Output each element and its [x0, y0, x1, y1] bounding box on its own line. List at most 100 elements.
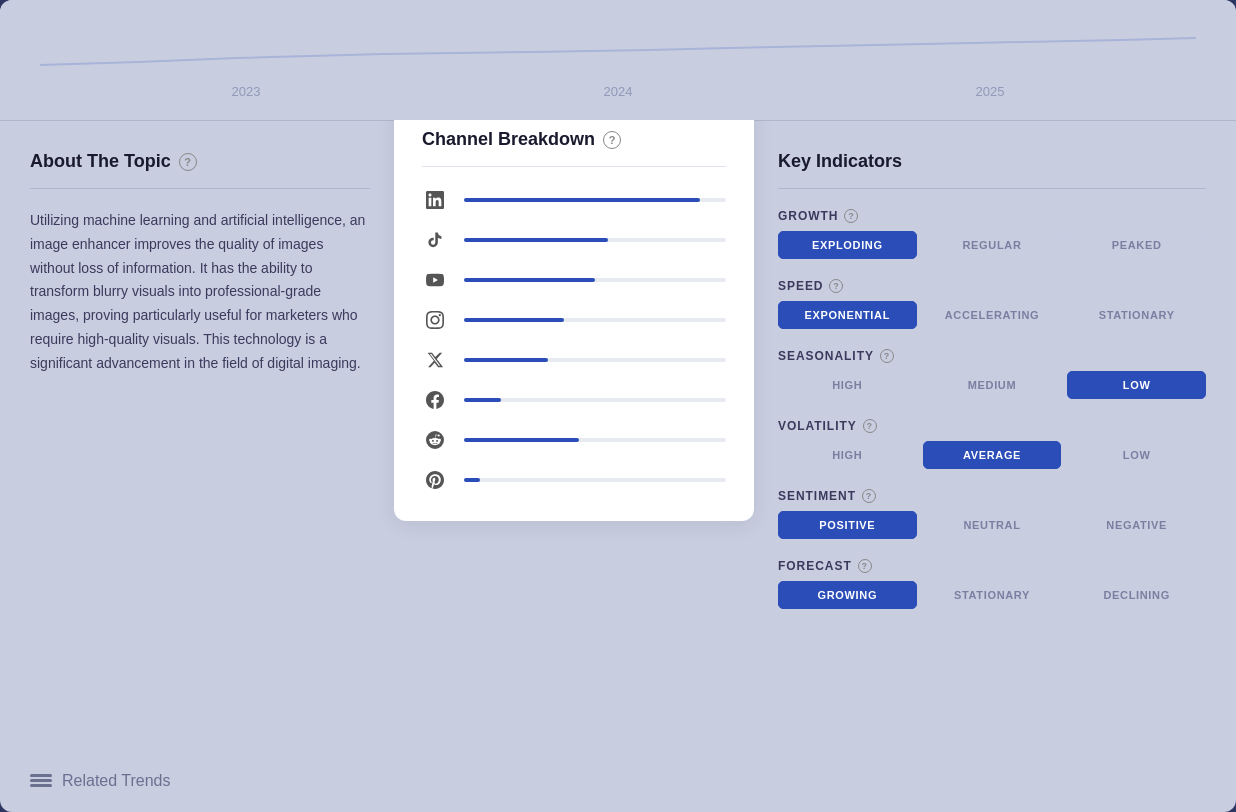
chart-label-2025: 2025: [976, 84, 1005, 99]
indicator-btn-peaked[interactable]: PEAKED: [1067, 231, 1206, 259]
channel-bar-container: [464, 278, 726, 282]
indicator-label-text: FORECAST: [778, 559, 852, 573]
indicator-btn-positive[interactable]: POSITIVE: [778, 511, 917, 539]
indicator-label-speed: SPEED ?: [778, 279, 1206, 293]
channel-row: [422, 187, 726, 213]
indicator-group-growth: GROWTH ? EXPLODINGREGULARPEAKED: [778, 209, 1206, 259]
indicators-divider: [778, 188, 1206, 189]
indicator-btn-exploding[interactable]: EXPLODING: [778, 231, 917, 259]
indicators-panel: Key Indicators GROWTH ?EXPLODINGREGULARP…: [778, 141, 1206, 639]
channel-bar: [464, 478, 480, 482]
chart-label-2023: 2023: [232, 84, 261, 99]
channel-help-icon[interactable]: ?: [603, 131, 621, 149]
indicator-label-text: SEASONALITY: [778, 349, 874, 363]
about-title: About The Topic ?: [30, 151, 370, 172]
channel-bar-container: [464, 198, 726, 202]
channel-row: [422, 347, 726, 373]
chart-area: 2023 2024 2025: [0, 0, 1236, 120]
about-divider: [30, 188, 370, 189]
indicator-group-speed: SPEED ? EXPONENTIALACCELERATINGSTATIONARY: [778, 279, 1206, 329]
indicator-group-forecast: FORECAST ? GROWINGSTATIONARYDECLINING: [778, 559, 1206, 609]
indicator-label-sentiment: SENTIMENT ?: [778, 489, 1206, 503]
channel-row: [422, 307, 726, 333]
channel-bar-container: [464, 478, 726, 482]
about-help-icon[interactable]: ?: [179, 153, 197, 171]
indicator-help-icon[interactable]: ?: [863, 419, 877, 433]
indicator-buttons: EXPLODINGREGULARPEAKED: [778, 231, 1206, 259]
indicator-btn-negative[interactable]: NEGATIVE: [1067, 511, 1206, 539]
pinterest-icon: [422, 467, 448, 493]
channel-bar: [464, 438, 579, 442]
channel-bar-container: [464, 238, 726, 242]
indicator-label-seasonality: SEASONALITY ?: [778, 349, 1206, 363]
indicator-buttons: EXPONENTIALACCELERATINGSTATIONARY: [778, 301, 1206, 329]
channel-bar: [464, 398, 501, 402]
indicator-btn-stationary[interactable]: STATIONARY: [1067, 301, 1206, 329]
indicator-help-icon[interactable]: ?: [844, 209, 858, 223]
channel-bar: [464, 318, 564, 322]
indicator-btn-stationary[interactable]: STATIONARY: [923, 581, 1062, 609]
channel-bar-container: [464, 398, 726, 402]
channel-bar-container: [464, 438, 726, 442]
indicator-label-text: VOLATILITY: [778, 419, 857, 433]
channel-panel: Channel Breakdown ?: [394, 101, 754, 521]
indicator-label-text: SPEED: [778, 279, 823, 293]
about-panel: About The Topic ? Utilizing machine lear…: [30, 141, 370, 386]
channel-bar: [464, 238, 608, 242]
channel-divider: [422, 166, 726, 167]
indicator-buttons: HIGHAVERAGELOW: [778, 441, 1206, 469]
indicator-btn-low[interactable]: LOW: [1067, 371, 1206, 399]
indicator-btn-high[interactable]: HIGH: [778, 371, 917, 399]
about-title-text: About The Topic: [30, 151, 171, 172]
indicator-btn-low[interactable]: LOW: [1067, 441, 1206, 469]
channel-row: [422, 387, 726, 413]
indicator-btn-medium[interactable]: MEDIUM: [923, 371, 1062, 399]
svg-rect-1: [30, 779, 52, 782]
channel-title: Channel Breakdown ?: [422, 129, 726, 150]
indicator-buttons: HIGHMEDIUMLOW: [778, 371, 1206, 399]
indicator-btn-regular[interactable]: REGULAR: [923, 231, 1062, 259]
indicator-group-seasonality: SEASONALITY ? HIGHMEDIUMLOW: [778, 349, 1206, 399]
channel-title-text: Channel Breakdown: [422, 129, 595, 150]
indicator-help-icon[interactable]: ?: [862, 489, 876, 503]
related-trends-label: Related Trends: [62, 772, 171, 790]
channel-row: [422, 267, 726, 293]
indicators-container: GROWTH ? EXPLODINGREGULARPEAKED SPEED ? EXP…: [778, 209, 1206, 609]
linkedin-icon: [422, 187, 448, 213]
related-trends[interactable]: Related Trends: [30, 772, 171, 790]
channel-row: [422, 467, 726, 493]
indicator-btn-average[interactable]: AVERAGE: [923, 441, 1062, 469]
facebook-icon: [422, 387, 448, 413]
layers-icon: [30, 772, 52, 790]
channel-bar: [464, 198, 700, 202]
indicator-btn-exponential[interactable]: EXPONENTIAL: [778, 301, 917, 329]
channel-row: [422, 427, 726, 453]
svg-rect-2: [30, 774, 52, 777]
chart-labels: 2023 2024 2025: [40, 84, 1196, 99]
indicator-label-text: GROWTH: [778, 209, 838, 223]
indicator-help-icon[interactable]: ?: [858, 559, 872, 573]
about-text: Utilizing machine learning and artificia…: [30, 209, 370, 376]
tiktok-icon: [422, 227, 448, 253]
channel-bar: [464, 358, 548, 362]
indicator-help-icon[interactable]: ?: [829, 279, 843, 293]
indicator-btn-neutral[interactable]: NEUTRAL: [923, 511, 1062, 539]
indicator-label-text: SENTIMENT: [778, 489, 856, 503]
indicator-label-volatility: VOLATILITY ?: [778, 419, 1206, 433]
indicator-label-growth: GROWTH ?: [778, 209, 1206, 223]
channel-bar-container: [464, 358, 726, 362]
indicator-btn-declining[interactable]: DECLINING: [1067, 581, 1206, 609]
main-container: 2023 2024 2025 About The Topic ? Utilizi…: [0, 0, 1236, 812]
youtube-icon: [422, 267, 448, 293]
channel-bar-container: [464, 318, 726, 322]
indicator-buttons: GROWINGSTATIONARYDECLINING: [778, 581, 1206, 609]
indicator-btn-accelerating[interactable]: ACCELERATING: [923, 301, 1062, 329]
chart-label-2024: 2024: [604, 84, 633, 99]
indicator-group-sentiment: SENTIMENT ? POSITIVENEUTRALNEGATIVE: [778, 489, 1206, 539]
indicator-btn-growing[interactable]: GROWING: [778, 581, 917, 609]
indicator-help-icon[interactable]: ?: [880, 349, 894, 363]
channel-bar: [464, 278, 595, 282]
trend-chart: [40, 10, 1196, 80]
bottom-section: About The Topic ? Utilizing machine lear…: [0, 121, 1236, 812]
indicator-btn-high[interactable]: HIGH: [778, 441, 917, 469]
